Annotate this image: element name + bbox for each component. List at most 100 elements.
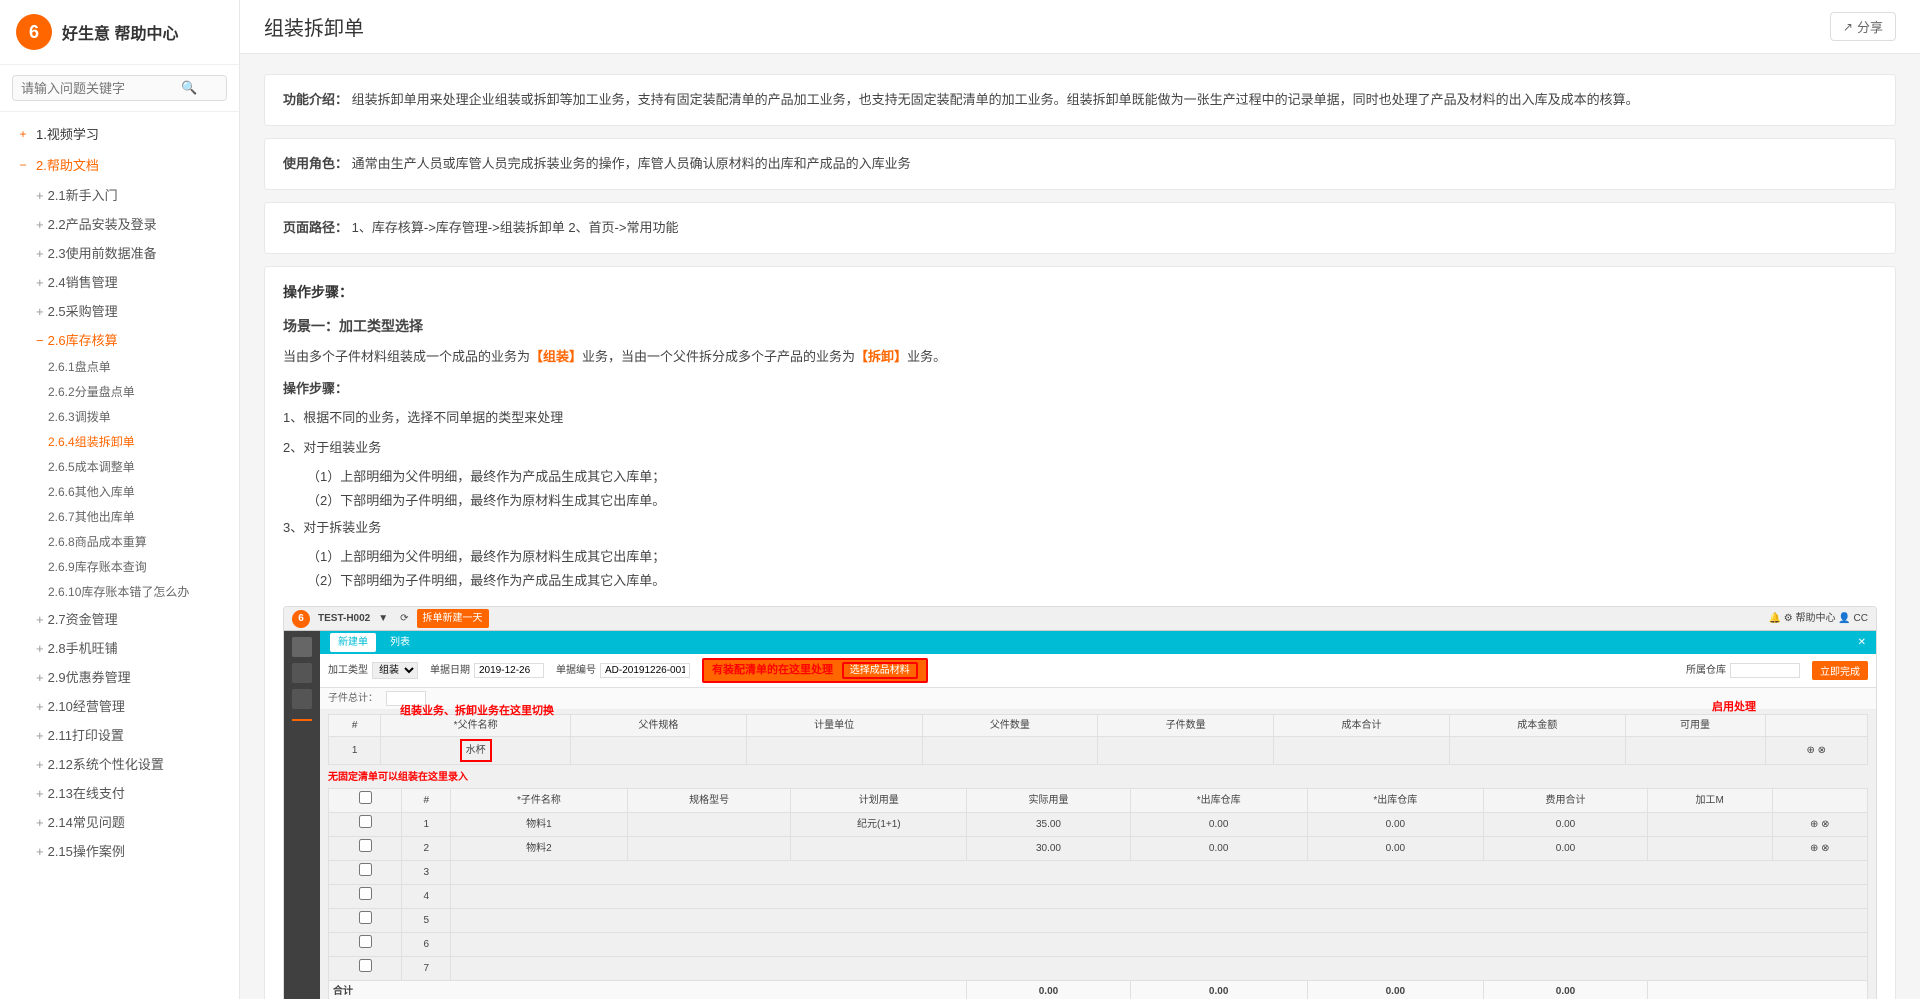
date-input[interactable] [474,663,544,678]
sidebar-divider [292,719,312,721]
row-checkbox-3[interactable] [359,863,372,876]
row-num2: 2 [402,836,451,860]
sidebar-item-2-8[interactable]: +2.8手机旺铺 [0,633,239,662]
app-teal-bar: 新建单 列表 ✕ [320,631,1876,654]
row-acts1: ⊕ ⊗ [1772,812,1867,836]
sidebar-item-2-9[interactable]: +2.9优惠券管理 [0,662,239,691]
sidebar-item-2-14[interactable]: +2.14常见问题 [0,807,239,836]
row-available [1625,736,1765,764]
sidebar-item-2-6-7[interactable]: 2.6.7其他出库单 [0,504,239,529]
sidebar-item-2-5[interactable]: +2.5采购管理 [0,296,239,325]
row-checkbox-4[interactable] [359,887,372,900]
row-wh2-2: 0.00 [1307,836,1484,860]
search-icon[interactable]: 🔍 [181,80,197,96]
search-input[interactable] [21,81,181,96]
sidebar-item-2-15[interactable]: +2.15操作案例 [0,836,239,865]
footer-val4: 0.00 [1484,980,1648,999]
sidebar-item-2-6-2[interactable]: 2.6.2分量盘点单 [0,379,239,404]
sidebar-item-2-2[interactable]: +2.2产品安装及登录 [0,209,239,238]
nav-list: + 1.视频学习 − 2.帮助文档 +2.1新手入门 +2.2产品安装及登录 +… [0,112,239,999]
sidebar-item-2-6[interactable]: −2.6库存核算 [0,325,239,354]
form-type: 加工类型 组装 拆卸 [328,662,418,679]
sidebar-item-label: 2.帮助文档 [36,155,99,174]
form-code: 单据编号 [556,662,690,679]
warehouse-input[interactable] [1730,663,1800,678]
sidebar-item-2-10[interactable]: +2.10经营管理 [0,691,239,720]
top-bar: 组装拆卸单 ↗ 分享 [240,0,1920,54]
row-checkbox-1[interactable] [359,815,372,828]
role-label: 使用角色： [283,156,348,171]
row-action-icons: ⊕ ⊗ [1765,736,1868,764]
path-label: 页面路径： [283,220,348,235]
fake-app: 6 TEST-H002 ▼ ⟳ 拆单新建一天 🔔 ⚙ 帮助中心 👤 CC [284,607,1876,999]
sidebar-item-2-6-1[interactable]: 2.6.1盘点单 [0,354,239,379]
row-checkbox-2[interactable] [359,839,372,852]
col-actions [1765,714,1868,736]
sidebar-item-2-6-8[interactable]: 2.6.8商品成本重算 [0,529,239,554]
sidebar-item-video[interactable]: + 1.视频学习 [0,118,239,149]
app-body: 新建单 列表 ✕ 加工类型 组装 [284,631,1876,999]
footer-val3: 0.00 [1307,980,1484,999]
select-all-checkbox[interactable] [359,791,372,804]
path-text: 1、库存核算->库存管理->组装拆卸单 2、首页->常用功能 [352,220,679,235]
row-child-name2: 物料2 [451,836,628,860]
sidebar-item-2-12[interactable]: +2.12系统个性化设置 [0,749,239,778]
sidebar-item-2-6-4[interactable]: 2.6.4组装拆卸单 [0,429,239,454]
warehouse-select: 所属仓库 [1686,662,1800,679]
new-order-btn[interactable]: 拆单新建一天 [417,609,489,628]
page-title: 组装拆卸单 [264,12,364,41]
col-child-qty: 子件数量 [1098,714,1274,736]
row-checkbox-7[interactable] [359,959,372,972]
table-row: 7 [329,956,1868,980]
app-topbar: 6 TEST-H002 ▼ ⟳ 拆单新建一天 🔔 ⚙ 帮助中心 👤 CC [284,607,1876,631]
sidebar-item-2-7[interactable]: +2.7资金管理 [0,604,239,633]
row-checkbox-6[interactable] [359,935,372,948]
row-empty5 [451,908,1868,932]
row-checkbox-5[interactable] [359,911,372,924]
close-icon[interactable]: ✕ [1858,634,1866,651]
sidebar-item-2-3[interactable]: +2.3使用前数据准备 [0,238,239,267]
row-acts2: ⊕ ⊗ [1772,836,1867,860]
scene1-label: 场景一：加工类型选择 [283,315,1877,339]
row-check3 [329,860,402,884]
sidebar-item-2-6-5[interactable]: 2.6.5成本调整单 [0,454,239,479]
sidebar-item-2-4[interactable]: +2.4销售管理 [0,267,239,296]
sidebar-item-2-13[interactable]: +2.13在线支付 [0,778,239,807]
sidebar: 6 好生意 帮助中心 🔍 + 1.视频学习 − 2.帮助文档 +2.1新手入门 … [0,0,240,999]
table-row: 4 [329,884,1868,908]
lower-table-container: # *子件名称 规格型号 计划用量 实际用量 *出库仓库 *出库仓库 费用合计 [320,788,1876,999]
lower-table-header: # *子件名称 规格型号 计划用量 实际用量 *出库仓库 *出库仓库 费用合计 [329,788,1868,812]
sidebar-item-2-11[interactable]: +2.11打印设置 [0,720,239,749]
save-button[interactable]: 立即完成 [1812,661,1868,680]
sidebar-item-docs[interactable]: − 2.帮助文档 [0,149,239,180]
annotation4-container: 启用处理 [1712,698,1756,717]
annotation3: 组装业务、拆卸业务在这里切换 [400,705,554,717]
row-num7: 7 [402,956,451,980]
code-input[interactable] [600,663,690,678]
row-empty6 [451,932,1868,956]
row-check1 [329,812,402,836]
tab-list[interactable]: 列表 [382,633,418,652]
parent-name-box: 水杯 [460,739,492,762]
row-num6: 6 [402,932,451,956]
sidebar-item-2-6-10[interactable]: 2.6.10库存账本错了怎么办 [0,579,239,604]
col-parent-spec: 父件规格 [571,714,747,736]
logo-text: 好生意 帮助中心 [62,20,178,44]
sidebar-item-2-6-6[interactable]: 2.6.6其他入库单 [0,479,239,504]
row-num3: 3 [402,860,451,884]
share-button[interactable]: ↗ 分享 [1830,12,1896,41]
sidebar-item-2-6-9[interactable]: 2.6.9库存账本查询 [0,554,239,579]
plus-icon-2-2: + [36,217,44,232]
select-btn[interactable]: 选择成品材料 [842,662,918,679]
lcol-actual-qty: 实际用量 [967,788,1131,812]
table-row: 5 [329,908,1868,932]
row-num1: 1 [402,812,451,836]
sidebar-item-2-1[interactable]: +2.1新手入门 [0,180,239,209]
sidebar-item-2-6-3[interactable]: 2.6.3调拨单 [0,404,239,429]
lcol-warehouse1: *出库仓库 [1130,788,1307,812]
role-block: 使用角色： 通常由生产人员或库管人员完成拆装业务的操作，库管人员确认原材料的出库… [264,138,1896,190]
type-select[interactable]: 组装 拆卸 [372,662,418,679]
path-block: 页面路径： 1、库存核算->库存管理->组装拆卸单 2、首页->常用功能 [264,202,1896,254]
tab-new[interactable]: 新建单 [330,633,376,652]
annotation-area1: 有装配清单的在这里处理 选择成品材料 [702,658,928,683]
